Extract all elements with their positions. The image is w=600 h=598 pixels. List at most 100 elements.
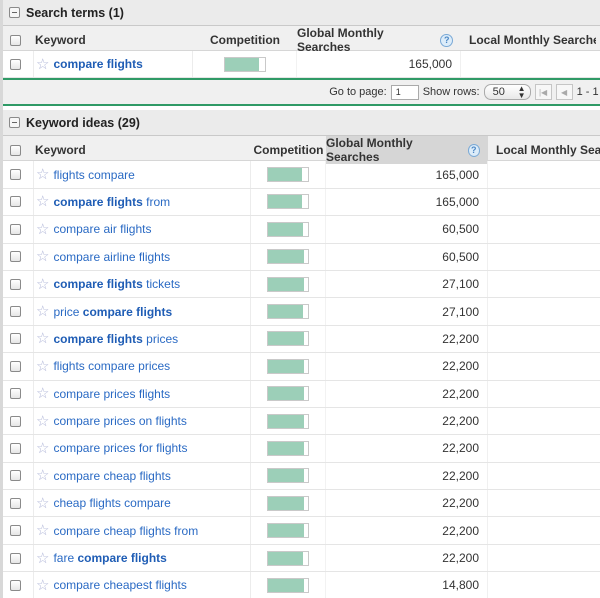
star-icon[interactable]: ☆ (36, 441, 49, 456)
column-global-monthly-searches[interactable]: Global Monthly Searches ? (326, 136, 488, 165)
star-icon[interactable]: ☆ (36, 167, 49, 182)
prev-page-button[interactable]: ◀ (555, 84, 573, 101)
star-icon[interactable]: ☆ (36, 277, 49, 292)
row-checkbox-cell[interactable] (3, 408, 33, 434)
keyword-match: compare flights (53, 194, 143, 209)
keyword-link[interactable]: compare airline flights (53, 250, 170, 264)
row-checkbox[interactable] (10, 442, 21, 454)
keyword-link[interactable]: flights compare prices (53, 359, 170, 373)
table-row: ☆ cheap flights compare 22,200 (3, 490, 600, 518)
keyword-link[interactable]: flights compare (53, 168, 134, 182)
star-icon[interactable]: ☆ (36, 578, 49, 593)
row-checkbox-cell[interactable] (3, 381, 33, 407)
star-icon[interactable]: ☆ (36, 331, 49, 346)
goto-page-input[interactable]: 1 (390, 84, 419, 100)
star-icon[interactable]: ☆ (36, 249, 49, 264)
help-icon[interactable]: ? (440, 33, 453, 47)
row-checkbox-cell[interactable] (3, 463, 33, 489)
keyword-link[interactable]: compare prices on flights (53, 414, 186, 428)
star-icon[interactable]: ☆ (36, 523, 49, 538)
row-checkbox-cell[interactable] (3, 435, 33, 461)
keyword-link[interactable]: compare air flights (53, 222, 151, 236)
star-icon[interactable]: ☆ (36, 496, 49, 511)
star-icon[interactable]: ☆ (36, 386, 49, 401)
row-checkbox[interactable] (10, 579, 21, 591)
star-icon[interactable]: ☆ (36, 468, 49, 483)
keyword-link[interactable]: compare prices flights (53, 387, 170, 401)
row-checkbox[interactable] (10, 552, 21, 564)
row-checkbox-cell[interactable] (3, 572, 33, 598)
star-icon[interactable]: ☆ (36, 414, 49, 429)
column-global-monthly-searches[interactable]: Global Monthly Searches ? (297, 26, 461, 54)
row-checkbox-cell[interactable] (3, 298, 33, 324)
row-checkbox-cell[interactable] (3, 51, 33, 77)
row-checkbox[interactable] (10, 360, 21, 372)
keyword-link[interactable]: compare flights (53, 57, 142, 71)
help-icon[interactable]: ? (467, 143, 480, 157)
star-icon[interactable]: ☆ (36, 359, 49, 374)
star-icon[interactable]: ☆ (36, 304, 49, 319)
keyword-link[interactable]: cheap flights compare (53, 496, 170, 510)
competition-bar (267, 413, 309, 429)
star-icon[interactable]: ☆ (36, 551, 49, 566)
star-icon[interactable]: ☆ (36, 222, 49, 237)
keyword-link[interactable]: compare prices for flights (53, 441, 187, 455)
global-searches-cell: 22,200 (326, 353, 488, 380)
search-terms-header[interactable]: Search terms (1) (3, 0, 600, 26)
row-checkbox[interactable] (10, 58, 21, 70)
row-checkbox-cell[interactable] (3, 271, 33, 297)
row-checkbox-cell[interactable] (3, 545, 33, 571)
select-all-checkbox[interactable] (10, 144, 21, 156)
row-checkbox-cell[interactable] (3, 161, 33, 187)
collapse-icon[interactable] (9, 7, 20, 18)
keyword-link[interactable]: compare flights from (53, 195, 170, 209)
row-checkbox[interactable] (10, 169, 21, 181)
select-all-checkbox[interactable] (10, 34, 21, 46)
row-checkbox[interactable] (10, 223, 21, 235)
first-page-button[interactable]: |◀ (534, 84, 552, 101)
table-row: ☆ compare flights prices 22,200 (3, 325, 600, 354)
row-checkbox-cell[interactable] (3, 326, 33, 352)
keyword-link[interactable]: price compare flights (53, 305, 172, 319)
collapse-icon[interactable] (9, 117, 20, 129)
row-checkbox[interactable] (10, 497, 21, 509)
keyword-link[interactable]: compare cheapest flights (53, 578, 186, 592)
row-checkbox-cell[interactable] (3, 216, 33, 242)
keyword-link[interactable]: compare cheap flights (53, 469, 170, 483)
row-checkbox-cell[interactable] (3, 244, 33, 270)
column-local-monthly-searches[interactable]: Local Monthly Searches (488, 136, 600, 164)
column-competition[interactable]: Competition (251, 136, 326, 164)
row-checkbox-cell[interactable] (3, 490, 33, 516)
select-all-cell[interactable] (3, 26, 33, 54)
row-checkbox[interactable] (10, 306, 21, 318)
competition-cell (251, 188, 326, 216)
keyword-link[interactable]: compare flights tickets (53, 277, 180, 291)
keyword-ideas-header[interactable]: Keyword ideas (29) (3, 110, 600, 137)
global-searches-cell: 27,100 (326, 270, 488, 298)
column-keyword[interactable]: Keyword (33, 26, 193, 54)
column-keyword[interactable]: Keyword (33, 136, 251, 164)
select-all-cell[interactable] (3, 136, 33, 164)
keyword-link[interactable]: compare cheap flights from (53, 524, 198, 538)
show-rows-value: 50 (492, 86, 505, 99)
row-checkbox[interactable] (10, 251, 21, 263)
keyword-link[interactable]: compare flights prices (53, 332, 178, 346)
row-checkbox[interactable] (10, 415, 21, 427)
keyword-ideas-table-header: Keyword Competition Global Monthly Searc… (3, 136, 600, 165)
row-checkbox[interactable] (10, 388, 21, 400)
row-checkbox-cell[interactable] (3, 189, 33, 215)
column-competition[interactable]: Competition (193, 26, 297, 54)
show-rows-select[interactable]: 50 ▲ ▼ (483, 84, 531, 101)
row-checkbox[interactable] (10, 470, 21, 482)
column-local-monthly-searches[interactable]: Local Monthly Searches (461, 26, 596, 54)
competition-bar (267, 577, 309, 593)
row-checkbox-cell[interactable] (3, 353, 33, 379)
row-checkbox[interactable] (10, 196, 21, 208)
row-checkbox-cell[interactable] (3, 517, 33, 543)
row-checkbox[interactable] (10, 333, 21, 345)
star-icon[interactable]: ☆ (36, 57, 49, 72)
row-checkbox[interactable] (10, 278, 21, 290)
keyword-link[interactable]: fare compare flights (53, 551, 166, 565)
star-icon[interactable]: ☆ (36, 194, 49, 209)
row-checkbox[interactable] (10, 525, 21, 537)
